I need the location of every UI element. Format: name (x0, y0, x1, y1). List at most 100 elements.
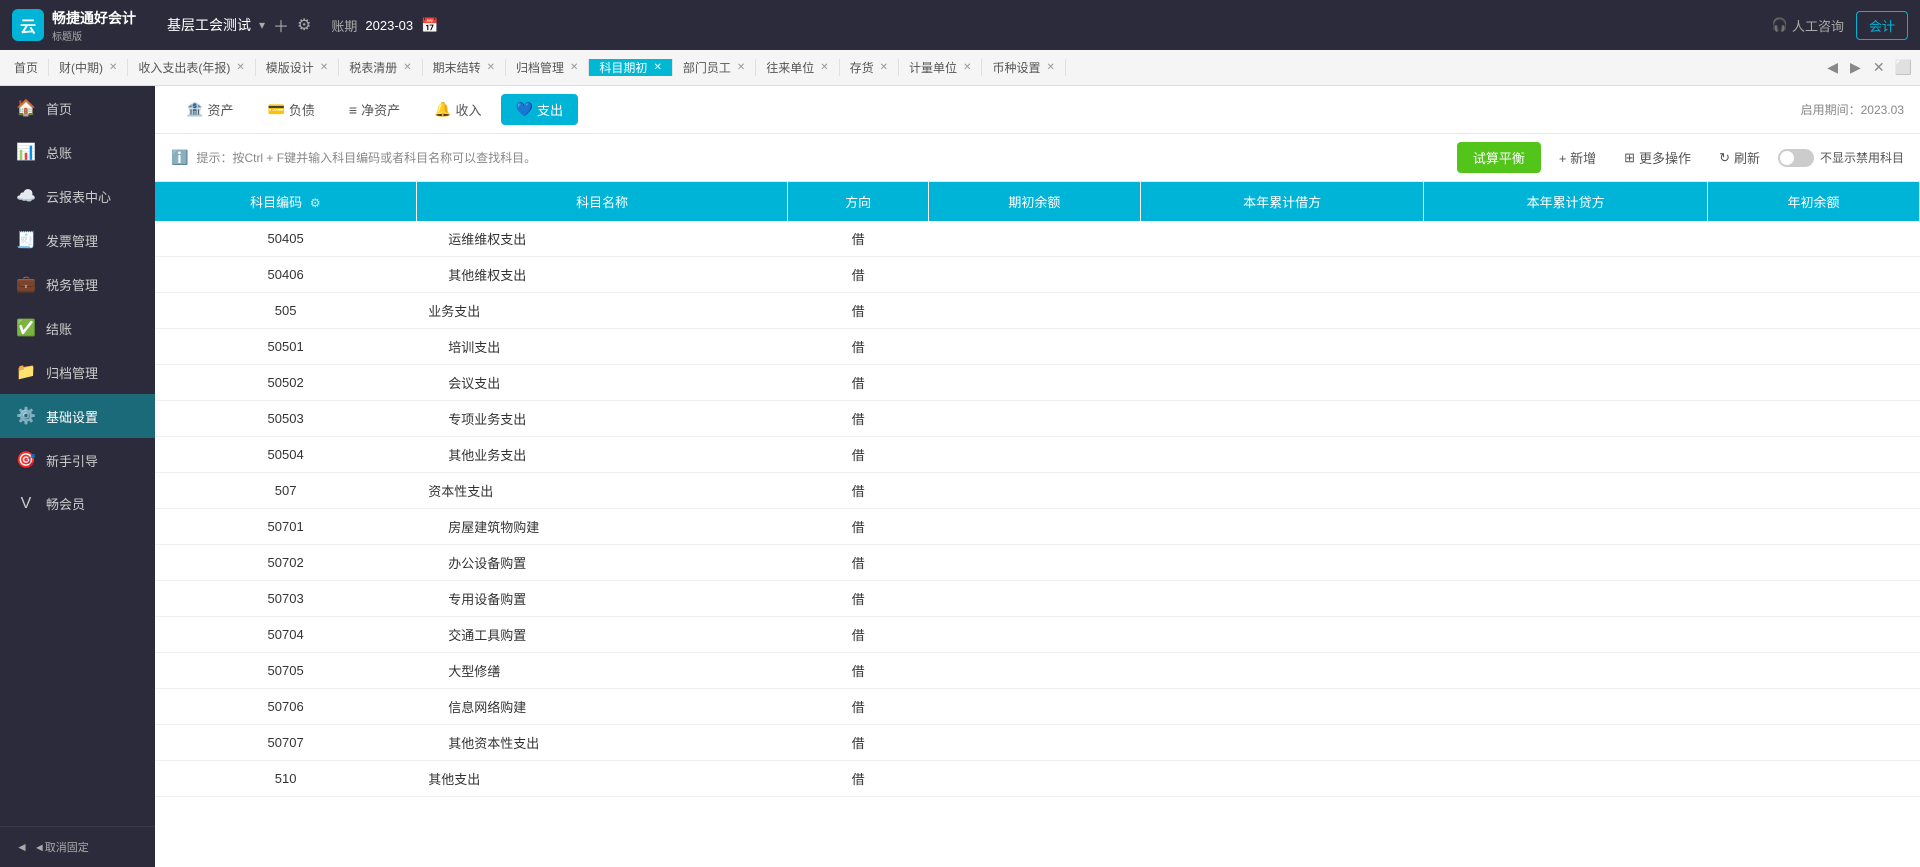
sidebar-item-发票管理[interactable]: 🧾发票管理 (0, 218, 155, 262)
add-company-button[interactable]: ＋ (273, 13, 289, 37)
sidebar-item-畅会员[interactable]: V畅会员 (0, 482, 155, 525)
tab-close-icon[interactable]: ✕ (403, 62, 411, 73)
cell-name: 培训支出 (416, 329, 788, 365)
tab-----[interactable]: 税表清册✕ (339, 59, 422, 76)
table-row[interactable]: 505 业务支出 借 (155, 293, 1920, 329)
sidebar-item-总账[interactable]: 📊总账 (0, 130, 155, 174)
sidebar-item-新手引导[interactable]: 🎯新手引导 (0, 438, 155, 482)
toggle-disabled-accounts[interactable]: 不显示禁用科目 (1778, 149, 1904, 167)
table-row[interactable]: 50706 信息网络购建 借 (155, 689, 1920, 725)
cell-direction: 借 (788, 329, 928, 365)
tab-close-icon[interactable]: ✕ (109, 62, 117, 73)
column-settings-icon[interactable]: ⚙ (310, 196, 321, 210)
table-row[interactable]: 50504 其他业务支出 借 (155, 437, 1920, 473)
logo-text: 畅捷通好会计 (52, 8, 136, 28)
logo-area: 云 畅捷通好会计 标题版 (12, 8, 167, 43)
tab-close-icon[interactable]: ✕ (570, 62, 578, 73)
toggle-switch[interactable] (1778, 149, 1814, 167)
close-all-tabs-button[interactable]: ✕ (1867, 59, 1891, 76)
cell-ytd-credit (1424, 761, 1708, 797)
cell-direction: 借 (788, 617, 928, 653)
cell-opening (928, 329, 1140, 365)
tab-close-icon[interactable]: ✕ (1046, 62, 1054, 73)
new-button[interactable]: + 新增 (1549, 143, 1606, 172)
tab-----[interactable]: 归档管理✕ (506, 59, 589, 76)
table-row[interactable]: 50707 其他资本性支出 借 (155, 725, 1920, 761)
sidebar-item-云报表中心[interactable]: ☁️云报表中心 (0, 174, 155, 218)
account-button[interactable]: 会计 (1856, 11, 1908, 40)
cell-code: 50504 (155, 437, 416, 473)
tab-close-icon[interactable]: ✕ (737, 62, 745, 73)
cell-name: 专用设备购置 (416, 581, 788, 617)
tab-----[interactable]: 往来单位✕ (756, 59, 839, 76)
calendar-icon[interactable]: 📅 (421, 17, 438, 34)
sub-tab-净资产[interactable]: ≡净资产 (334, 94, 415, 125)
cell-code: 50702 (155, 545, 416, 581)
table-row[interactable]: 507 资本性支出 借 (155, 473, 1920, 509)
company-dropdown-arrow[interactable]: ▾ (259, 18, 265, 32)
sub-tab-负债[interactable]: 💳负债 (252, 94, 329, 125)
tab-close-icon[interactable]: ✕ (236, 62, 244, 73)
cell-code: 50705 (155, 653, 416, 689)
tab---[interactable]: 存货✕ (840, 59, 899, 76)
sidebar-label: 新手引导 (46, 451, 98, 470)
tab------[interactable]: 财(中期) ✕ (49, 59, 128, 76)
tab-scroll-right[interactable]: ▶ (1844, 59, 1867, 76)
sub-tab-icon: 💙 (516, 101, 533, 118)
table-row[interactable]: 50502 会议支出 借 (155, 365, 1920, 401)
table-row[interactable]: 50705 大型修缮 借 (155, 653, 1920, 689)
sidebar-item-结账[interactable]: ✅结账 (0, 306, 155, 350)
tab-close-icon[interactable]: ✕ (320, 62, 328, 73)
collapse-icon: ◄ (16, 840, 28, 854)
tab-close-icon[interactable]: ✕ (820, 62, 828, 73)
cell-ytd-credit (1424, 689, 1708, 725)
tab-close-icon[interactable]: ✕ (880, 62, 888, 73)
tab-scroll-left[interactable]: ◀ (1821, 59, 1844, 76)
sub-tab-icon: 💳 (267, 101, 284, 118)
sidebar-item-基础设置[interactable]: ⚙️基础设置 (0, 394, 155, 438)
balance-button[interactable]: 试算平衡 (1457, 142, 1541, 173)
sidebar-item-首页[interactable]: 🏠首页 (0, 86, 155, 130)
table-row[interactable]: 510 其他支出 借 (155, 761, 1920, 797)
tab-----[interactable]: 期末结转✕ (423, 59, 506, 76)
sidebar-item-税务管理[interactable]: 💼税务管理 (0, 262, 155, 306)
tab-----[interactable]: 部门员工✕ (673, 59, 756, 76)
settings-icon[interactable]: ⚙ (297, 15, 311, 35)
table-row[interactable]: 50406 其他维权支出 借 (155, 257, 1920, 293)
more-actions-button[interactable]: ⊞ 更多操作 (1614, 143, 1701, 172)
tab---[interactable]: 首页 (4, 59, 49, 76)
company-name: 基层工会测试 (167, 15, 251, 35)
tab-close-icon[interactable]: ✕ (653, 62, 661, 73)
tab-----[interactable]: 计量单位✕ (899, 59, 982, 76)
col-year-opening: 年初余额 (1707, 182, 1919, 221)
table-row[interactable]: 50702 办公设备购置 借 (155, 545, 1920, 581)
tab-label: 财(中期) (59, 59, 103, 76)
tab-----[interactable]: 币种设置✕ (982, 59, 1065, 76)
sub-tab-收入[interactable]: 🔔收入 (419, 94, 496, 125)
table-row[interactable]: 50701 房屋建筑物购建 借 (155, 509, 1920, 545)
tab-close-icon[interactable]: ✕ (963, 62, 971, 73)
sidebar-icon-归档管理: 📁 (16, 362, 36, 382)
sidebar-label: 税务管理 (46, 275, 98, 294)
tab-----[interactable]: 模版设计✕ (256, 59, 339, 76)
support-button[interactable]: 🎧 人工咨询 (1772, 16, 1844, 35)
sidebar-collapse-button[interactable]: ◄ ◄取消固定 (0, 826, 155, 867)
sub-tab-资产[interactable]: 🏦资产 (171, 94, 248, 125)
cell-direction: 借 (788, 221, 928, 257)
table-row[interactable]: 50405 运维维权支出 借 (155, 221, 1920, 257)
table-row[interactable]: 50703 专用设备购置 借 (155, 581, 1920, 617)
sub-tab-支出[interactable]: 💙支出 (501, 94, 578, 125)
table-container[interactable]: 科目编码 ⚙ 科目名称 方向 期初余额 本年累计借方 本年累计贷方 年初余额 5… (155, 182, 1920, 867)
cell-ytd-credit (1424, 653, 1708, 689)
sub-tab-bar: 🏦资产💳负债≡净资产🔔收入💙支出 启用期间：2023.03 (155, 86, 1920, 134)
expand-icon[interactable]: ⬜ (1891, 59, 1916, 76)
sidebar-item-归档管理[interactable]: 📁归档管理 (0, 350, 155, 394)
table-row[interactable]: 50501 培训支出 借 (155, 329, 1920, 365)
tab-----[interactable]: 科目期初✕ (589, 59, 672, 76)
refresh-button[interactable]: ↻ 刷新 (1709, 143, 1770, 172)
tab----------[interactable]: 收入支出表(年报)✕ (128, 59, 255, 76)
cell-year-opening (1707, 437, 1919, 473)
table-row[interactable]: 50503 专项业务支出 借 (155, 401, 1920, 437)
table-row[interactable]: 50704 交通工具购置 借 (155, 617, 1920, 653)
tab-close-icon[interactable]: ✕ (487, 62, 495, 73)
